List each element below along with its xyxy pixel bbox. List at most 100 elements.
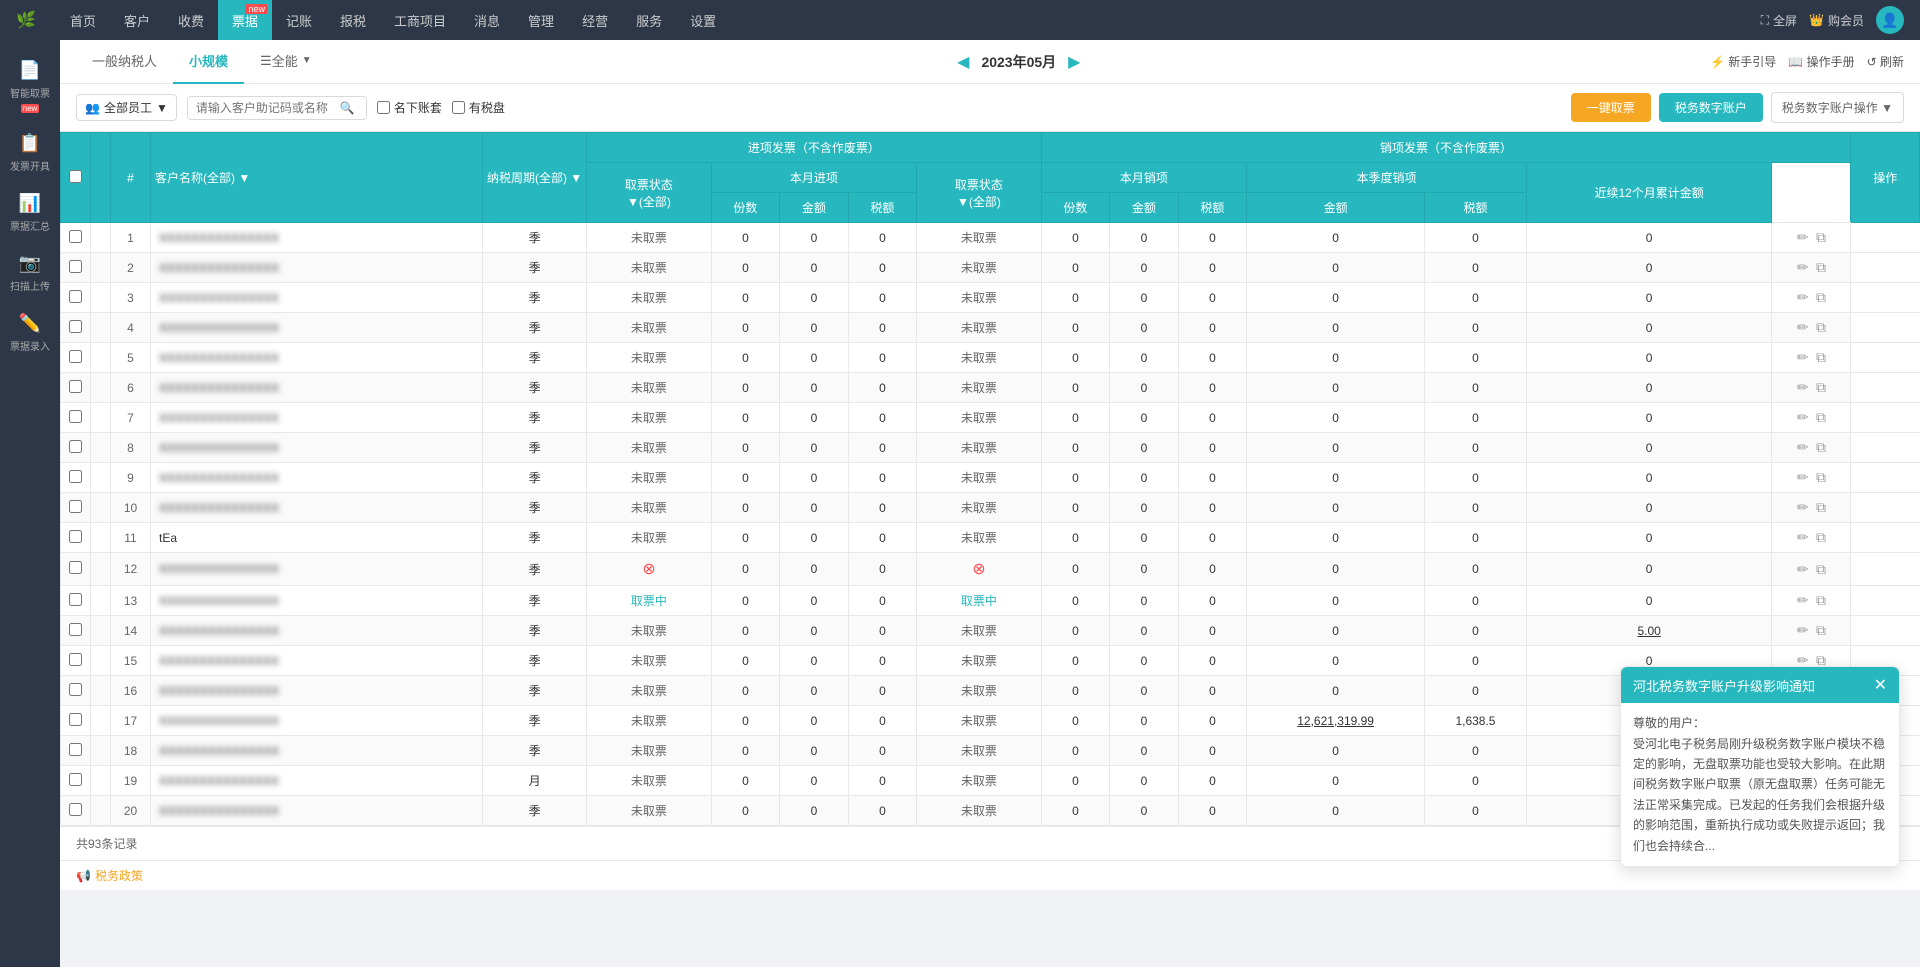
row-out-count: 0: [1041, 766, 1110, 796]
checkbox-account[interactable]: [377, 101, 390, 114]
copy-icon[interactable]: ⧉: [1816, 439, 1826, 455]
row-q-tax: 0: [1425, 283, 1527, 313]
tab-general-taxpayer[interactable]: 一般纳税人: [76, 40, 173, 84]
row-checkbox[interactable]: [69, 653, 82, 666]
sidebar-item-smart-fetch[interactable]: 📄 智能取票 new: [0, 50, 60, 123]
row-checkbox[interactable]: [69, 320, 82, 333]
sidebar-item-invoice-summary[interactable]: 📊 票据汇总: [0, 183, 60, 243]
edit-icon[interactable]: ✏: [1797, 469, 1809, 485]
manual-btn[interactable]: 📖 操作手册: [1788, 53, 1854, 70]
row-checkbox[interactable]: [69, 350, 82, 363]
row-checkbox[interactable]: [69, 380, 82, 393]
checkbox-taxdisk[interactable]: [452, 101, 465, 114]
row-out-count: 0: [1041, 796, 1110, 826]
nav-business[interactable]: 工商项目: [380, 0, 460, 40]
nav-home[interactable]: 首页: [56, 0, 110, 40]
checkbox-account-label[interactable]: 名下账套: [377, 99, 442, 116]
row-checkbox-cell: [61, 523, 91, 553]
row-checkbox[interactable]: [69, 743, 82, 756]
copy-icon[interactable]: ⧉: [1816, 409, 1826, 425]
edit-icon[interactable]: ✏: [1797, 289, 1809, 305]
edit-icon[interactable]: ✏: [1797, 319, 1809, 335]
row-checkbox[interactable]: [69, 623, 82, 636]
new-guide-btn[interactable]: ⚡ 新手引导: [1710, 53, 1776, 70]
tax-policy-link[interactable]: 税务政策: [95, 867, 143, 884]
row-checkbox[interactable]: [69, 290, 82, 303]
copy-icon[interactable]: ⧉: [1816, 349, 1826, 365]
table-settings-icon[interactable]: ⚙: [95, 171, 106, 185]
nav-tax[interactable]: 报税: [326, 0, 380, 40]
tab-all[interactable]: ☰ 全能 ▼: [244, 40, 328, 84]
copy-icon[interactable]: ⧉: [1816, 289, 1826, 305]
edit-icon[interactable]: ✏: [1797, 561, 1809, 577]
edit-icon[interactable]: ✏: [1797, 499, 1809, 515]
row-checkbox[interactable]: [69, 803, 82, 816]
row-in-amount: 0: [780, 493, 849, 523]
copy-icon[interactable]: ⧉: [1816, 622, 1826, 638]
row-checkbox[interactable]: [69, 470, 82, 483]
row-q-tax: 0: [1425, 313, 1527, 343]
copy-icon[interactable]: ⧉: [1816, 259, 1826, 275]
nav-settings[interactable]: 设置: [676, 0, 730, 40]
copy-icon[interactable]: ⧉: [1816, 561, 1826, 577]
edit-icon[interactable]: ✏: [1797, 529, 1809, 545]
nav-customer[interactable]: 客户: [110, 0, 164, 40]
copy-icon[interactable]: ⧉: [1816, 592, 1826, 608]
edit-icon[interactable]: ✏: [1797, 259, 1809, 275]
one-click-fetch-btn[interactable]: 一键取票: [1571, 93, 1651, 122]
nav-operation[interactable]: 经营: [568, 0, 622, 40]
fullscreen-btn[interactable]: ⛶ 全屏: [1761, 12, 1797, 29]
notification-close-btn[interactable]: ✕: [1874, 675, 1887, 695]
tax-account-btn[interactable]: 税务数字账户: [1659, 93, 1763, 122]
sidebar-item-scan-upload[interactable]: 📷 扫描上传: [0, 243, 60, 303]
copy-icon[interactable]: ⧉: [1816, 379, 1826, 395]
search-input[interactable]: [196, 101, 336, 115]
edit-icon[interactable]: ✏: [1797, 439, 1809, 455]
row-no: 5: [111, 343, 151, 373]
row-checkbox[interactable]: [69, 440, 82, 453]
nav-accounting[interactable]: 记账: [272, 0, 326, 40]
sidebar-item-invoice-open[interactable]: 📋 发票开具: [0, 123, 60, 183]
edit-icon[interactable]: ✏: [1797, 229, 1809, 245]
edit-icon[interactable]: ✏: [1797, 622, 1809, 638]
copy-icon[interactable]: ⧉: [1816, 529, 1826, 545]
edit-icon[interactable]: ✏: [1797, 349, 1809, 365]
prev-month-btn[interactable]: ◀: [957, 52, 969, 72]
row-checkbox[interactable]: [69, 773, 82, 786]
member-btn[interactable]: 👑 购会员: [1809, 12, 1864, 29]
edit-icon[interactable]: ✏: [1797, 379, 1809, 395]
edit-icon[interactable]: ✏: [1797, 409, 1809, 425]
tab-small-scale[interactable]: 小规模: [173, 40, 244, 84]
row-checkbox[interactable]: [69, 713, 82, 726]
row-checkbox[interactable]: [69, 593, 82, 606]
row-checkbox[interactable]: [69, 410, 82, 423]
copy-icon[interactable]: ⧉: [1816, 319, 1826, 335]
row-checkbox[interactable]: [69, 230, 82, 243]
tax-account-operate-btn[interactable]: 税务数字账户操作 ▼: [1771, 92, 1904, 123]
select-all-checkbox[interactable]: [69, 170, 82, 183]
copy-icon[interactable]: ⧉: [1816, 469, 1826, 485]
next-month-btn[interactable]: ▶: [1068, 52, 1080, 72]
nav-fee[interactable]: 收费: [164, 0, 218, 40]
row-checkbox[interactable]: [69, 530, 82, 543]
checkbox-taxdisk-label[interactable]: 有税盘: [452, 99, 505, 116]
nav-service[interactable]: 服务: [622, 0, 676, 40]
copy-icon[interactable]: ⧉: [1816, 499, 1826, 515]
row-checkbox[interactable]: [69, 500, 82, 513]
nav-invoice[interactable]: 票据 new: [218, 0, 272, 40]
row-cycle: 季: [482, 283, 586, 313]
nav-message[interactable]: 消息: [460, 0, 514, 40]
copy-icon[interactable]: ⧉: [1816, 229, 1826, 245]
sidebar-item-invoice-entry[interactable]: ✏️ 票据录入: [0, 303, 60, 363]
out-status-badge: 未取票: [961, 684, 997, 698]
row-checkbox[interactable]: [69, 683, 82, 696]
user-avatar[interactable]: 👤: [1876, 6, 1904, 34]
row-checkbox[interactable]: [69, 260, 82, 273]
employee-select[interactable]: 👥 全部员工 ▼: [76, 94, 177, 121]
nav-manage[interactable]: 管理: [514, 0, 568, 40]
row-checkbox[interactable]: [69, 561, 82, 574]
edit-icon[interactable]: ✏: [1797, 592, 1809, 608]
row-in-amount: 0: [780, 223, 849, 253]
refresh-btn[interactable]: ↺ 刷新: [1867, 53, 1904, 70]
employee-icon: 👥: [85, 101, 100, 115]
